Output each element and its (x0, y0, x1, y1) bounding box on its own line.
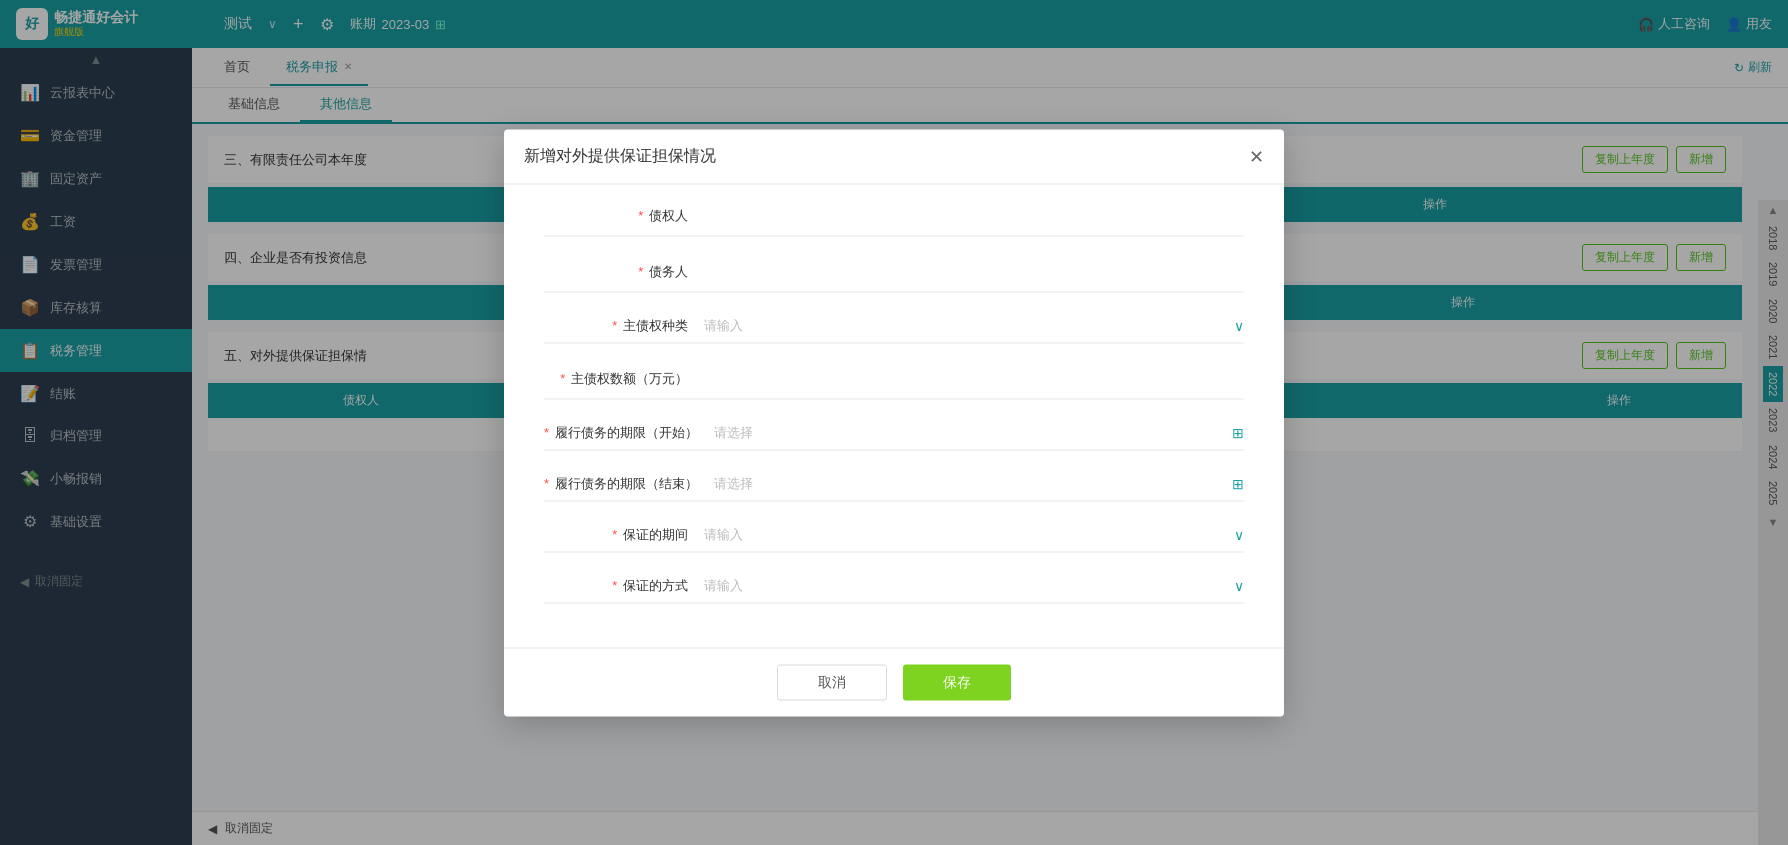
input-period-end-wrapper[interactable]: 请选择 ⊞ (714, 474, 1244, 492)
label-guarantee-method: * 保证的方式 (544, 576, 704, 594)
field-creditor: * 债权人 (544, 204, 1244, 236)
period-start-placeholder: 请选择 (714, 423, 1232, 441)
modal-body: * 债权人 * 债务人 * 主债权种类 请输入 (504, 184, 1284, 647)
input-claim-type-wrapper[interactable]: 请输入 ∨ (704, 316, 1244, 334)
field-claim-type: * 主债权种类 请输入 ∨ (544, 316, 1244, 343)
input-guarantee-period-wrapper[interactable]: 请输入 ∨ (704, 525, 1244, 543)
input-creditor-wrapper (704, 204, 1244, 227)
claim-type-arrow-icon[interactable]: ∨ (1234, 317, 1244, 333)
modal-footer: 取消 保存 (504, 647, 1284, 716)
guarantee-method-arrow-icon[interactable]: ∨ (1234, 577, 1244, 593)
field-guarantee-method: * 保证的方式 请输入 ∨ (544, 576, 1244, 603)
input-period-start-wrapper[interactable]: 请选择 ⊞ (714, 423, 1244, 441)
modal-close-button[interactable]: ✕ (1249, 145, 1264, 167)
label-period-start: * 履行债务的期限（开始） (544, 423, 714, 441)
cancel-button[interactable]: 取消 (777, 664, 887, 700)
label-claim-type: * 主债权种类 (544, 316, 704, 334)
input-debtor[interactable] (704, 260, 1244, 283)
field-guarantee-period: * 保证的期间 请输入 ∨ (544, 525, 1244, 552)
modal-title: 新增对外提供保证担保情况 (524, 146, 716, 167)
label-claim-amount: * 主债权数额（万元） (544, 370, 704, 388)
label-guarantee-period: * 保证的期间 (544, 525, 704, 543)
period-start-calendar-icon[interactable]: ⊞ (1232, 424, 1244, 440)
label-debtor: * 债务人 (544, 263, 704, 281)
period-end-calendar-icon[interactable]: ⊞ (1232, 475, 1244, 491)
field-claim-amount: * 主债权数额（万元） (544, 367, 1244, 399)
field-period-end: * 履行债务的期限（结束） 请选择 ⊞ (544, 474, 1244, 501)
input-debtor-wrapper (704, 260, 1244, 283)
label-creditor: * 债权人 (544, 207, 704, 225)
claim-type-placeholder: 请输入 (704, 316, 1234, 334)
input-claim-amount[interactable] (704, 367, 1244, 390)
input-claim-amount-wrapper (704, 367, 1244, 390)
modal-header: 新增对外提供保证担保情况 ✕ (504, 129, 1284, 184)
label-period-end: * 履行债务的期限（结束） (544, 474, 714, 492)
field-debtor: * 债务人 (544, 260, 1244, 292)
guarantee-period-arrow-icon[interactable]: ∨ (1234, 526, 1244, 542)
input-guarantee-method-wrapper[interactable]: 请输入 ∨ (704, 576, 1244, 594)
guarantee-method-placeholder: 请输入 (704, 576, 1234, 594)
field-period-start: * 履行债务的期限（开始） 请选择 ⊞ (544, 423, 1244, 450)
guarantee-period-placeholder: 请输入 (704, 525, 1234, 543)
period-end-placeholder: 请选择 (714, 474, 1232, 492)
save-button[interactable]: 保存 (903, 664, 1011, 700)
modal-add-guarantee: 新增对外提供保证担保情况 ✕ * 债权人 * 债务人 (504, 129, 1284, 716)
input-creditor[interactable] (704, 204, 1244, 227)
